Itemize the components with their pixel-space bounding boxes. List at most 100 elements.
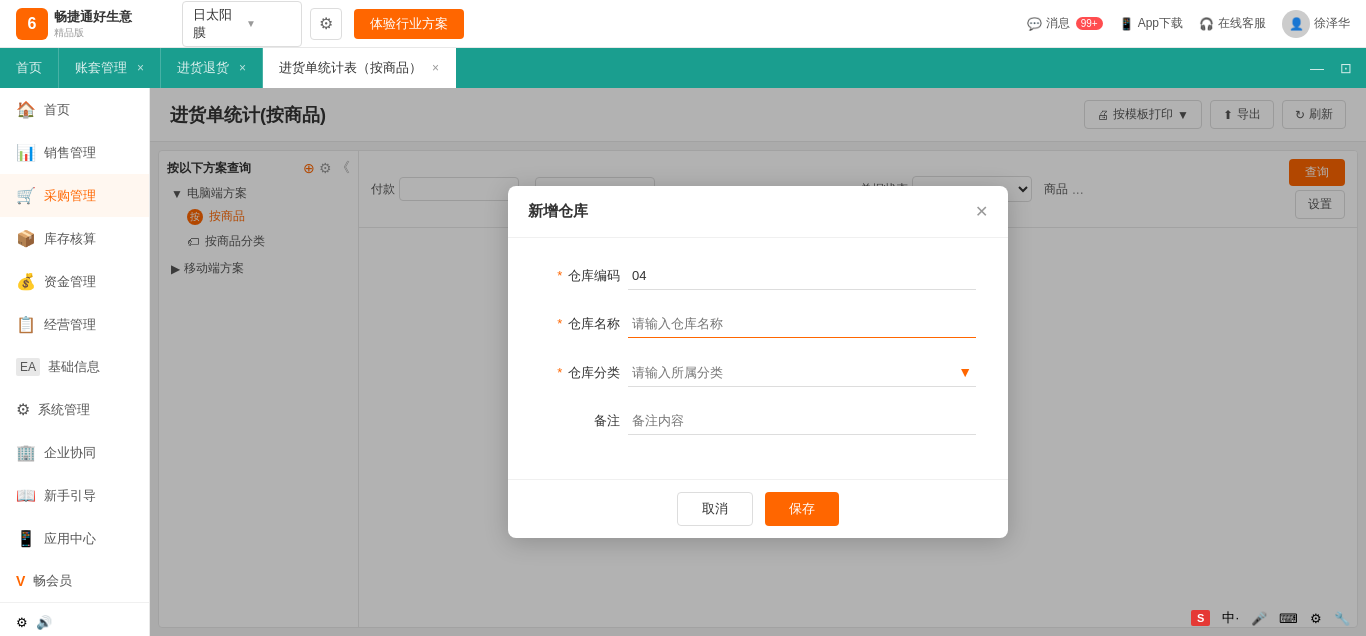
tab-purchase-return-label: 进货退货	[177, 59, 229, 77]
sidebar: 🏠 首页 📊 销售管理 🛒 采购管理 📦 库存核算 💰 资金管理 📋 经营管理 …	[0, 88, 150, 636]
sidebar-item-enterprise-label: 企业协同	[44, 444, 96, 462]
messages-label: 消息	[1046, 15, 1070, 32]
tab-minimize-button[interactable]: —	[1304, 56, 1330, 80]
mic-icon[interactable]: 🎤	[1251, 611, 1267, 626]
tab-purchase-stat[interactable]: 进货单统计表（按商品） ×	[263, 48, 456, 88]
online-service-button[interactable]: 🎧 在线客服	[1199, 15, 1266, 32]
user-menu-button[interactable]: 👤 徐泽华	[1282, 10, 1350, 38]
note-input[interactable]	[628, 407, 976, 435]
tab-expand-button[interactable]: ⊡	[1334, 56, 1358, 80]
form-row-name: * 仓库名称	[540, 310, 976, 338]
store-name: 日太阳膜	[193, 6, 238, 42]
tab-account-close[interactable]: ×	[137, 61, 144, 75]
sidebar-item-guide[interactable]: 📖 新手引导	[0, 474, 149, 517]
enterprise-icon: 🏢	[16, 443, 36, 462]
messages-button[interactable]: 💬 消息 99+	[1027, 15, 1103, 32]
form-row-code: * 仓库编码	[540, 262, 976, 290]
code-label: * 仓库编码	[540, 267, 620, 285]
system-icon: ⚙	[16, 400, 30, 419]
save-button[interactable]: 保存	[765, 492, 839, 526]
sidebar-item-sales[interactable]: 📊 销售管理	[0, 131, 149, 174]
bottom-settings-icon[interactable]: ⚙	[1310, 611, 1322, 626]
finance-icon: 💰	[16, 272, 36, 291]
tab-home[interactable]: 首页	[0, 48, 59, 88]
cancel-button[interactable]: 取消	[677, 492, 753, 526]
dialog-close-button[interactable]: ✕	[975, 202, 988, 221]
gear-icon: ⚙	[319, 14, 333, 33]
bottom-logo: S	[1191, 610, 1210, 626]
category-select-input[interactable]	[632, 365, 958, 380]
main-layout: 🏠 首页 📊 销售管理 🛒 采购管理 📦 库存核算 💰 资金管理 📋 经营管理 …	[0, 88, 1366, 636]
inventory-icon: 📦	[16, 229, 36, 248]
settings-gear-button[interactable]: ⚙	[310, 8, 342, 40]
messages-badge: 99+	[1076, 17, 1103, 30]
code-input[interactable]	[628, 262, 976, 290]
sidebar-item-enterprise[interactable]: 🏢 企业协同	[0, 431, 149, 474]
sales-icon: 📊	[16, 143, 36, 162]
category-label: * 仓库分类	[540, 364, 620, 382]
sidebar-item-home[interactable]: 🏠 首页	[0, 88, 149, 131]
sidebar-item-system[interactable]: ⚙ 系统管理	[0, 388, 149, 431]
sidebar-item-vip[interactable]: V 畅会员	[0, 560, 149, 602]
avatar: 👤	[1282, 10, 1310, 38]
sidebar-item-basics-label: 基础信息	[48, 358, 100, 376]
tab-home-label: 首页	[16, 59, 42, 77]
dialog-footer: 取消 保存	[508, 479, 1008, 538]
sidebar-item-vip-label: 畅会员	[33, 572, 72, 590]
sidebar-item-basics[interactable]: EA 基础信息	[0, 346, 149, 388]
sidebar-item-inventory-label: 库存核算	[44, 230, 96, 248]
logo-area: 6 畅捷通好生意 精品版	[16, 8, 166, 40]
phone-icon: 📱	[1119, 17, 1134, 31]
sidebar-item-purchase[interactable]: 🛒 采购管理	[0, 174, 149, 217]
operations-icon: 📋	[16, 315, 36, 334]
content-area: 进货单统计(按商品) 🖨 按模板打印 ▼ ⬆ 导出 ↻ 刷新	[150, 88, 1366, 636]
tab-right-controls: — ⊡	[1304, 56, 1366, 80]
category-dropdown-arrow[interactable]: ▼	[958, 364, 972, 380]
note-label: 备注	[540, 412, 620, 430]
sidebar-item-home-label: 首页	[44, 101, 70, 119]
tab-purchase-return[interactable]: 进货退货 ×	[161, 48, 263, 88]
form-row-category: * 仓库分类 ▼	[540, 358, 976, 387]
keyboard-icon[interactable]: ⌨	[1279, 611, 1298, 626]
dialog-body: * 仓库编码 * 仓库名称	[508, 238, 1008, 479]
sidebar-item-purchase-label: 采购管理	[44, 187, 96, 205]
tab-purchase-stat-label: 进货单统计表（按商品）	[279, 59, 422, 77]
name-label: * 仓库名称	[540, 315, 620, 333]
bottom-bar: S 中· 🎤 ⌨ ⚙ 🔧	[1175, 600, 1366, 636]
sidebar-item-finance[interactable]: 💰 资金管理	[0, 260, 149, 303]
name-input[interactable]	[628, 310, 976, 338]
volume-icon[interactable]: 🔊	[36, 615, 52, 630]
dialog-header: 新增仓库 ✕	[508, 186, 1008, 238]
bottom-tools-icon[interactable]: 🔧	[1334, 611, 1350, 626]
purchase-icon: 🛒	[16, 186, 36, 205]
online-service-label: 在线客服	[1218, 15, 1266, 32]
sidebar-item-system-label: 系统管理	[38, 401, 90, 419]
headset-icon: 🎧	[1199, 17, 1214, 31]
tab-purchase-stat-close[interactable]: ×	[432, 61, 439, 75]
app-logo-sub: 精品版	[54, 26, 132, 40]
sidebar-item-apps-label: 应用中心	[44, 530, 96, 548]
modal-overlay[interactable]: 新增仓库 ✕ * 仓库编码 *	[150, 88, 1366, 636]
tab-account-label: 账套管理	[75, 59, 127, 77]
sidebar-item-inventory[interactable]: 📦 库存核算	[0, 217, 149, 260]
dialog-title: 新增仓库	[528, 202, 975, 221]
settings-bottom-icon[interactable]: ⚙	[16, 615, 28, 630]
dialog-add-warehouse: 新增仓库 ✕ * 仓库编码 *	[508, 186, 1008, 538]
sidebar-item-guide-label: 新手引导	[44, 487, 96, 505]
trial-button[interactable]: 体验行业方案	[354, 9, 464, 39]
avatar-icon: 👤	[1289, 17, 1304, 31]
form-row-note: 备注	[540, 407, 976, 435]
store-selector[interactable]: 日太阳膜 ▼	[182, 1, 302, 47]
sidebar-item-operations-label: 经营管理	[44, 316, 96, 334]
tab-account[interactable]: 账套管理 ×	[59, 48, 161, 88]
top-nav: 6 畅捷通好生意 精品版 日太阳膜 ▼ ⚙ 体验行业方案 💬 消息 99+ 📱 …	[0, 0, 1366, 48]
app-download-label: App下载	[1138, 15, 1183, 32]
app-download-button[interactable]: 📱 App下载	[1119, 15, 1183, 32]
sidebar-item-finance-label: 资金管理	[44, 273, 96, 291]
tab-purchase-return-close[interactable]: ×	[239, 61, 246, 75]
app-logo-title: 畅捷通好生意	[54, 8, 132, 26]
sidebar-item-apps[interactable]: 📱 应用中心	[0, 517, 149, 560]
sidebar-item-operations[interactable]: 📋 经营管理	[0, 303, 149, 346]
category-select-wrap: ▼	[628, 358, 976, 387]
message-icon: 💬	[1027, 17, 1042, 31]
